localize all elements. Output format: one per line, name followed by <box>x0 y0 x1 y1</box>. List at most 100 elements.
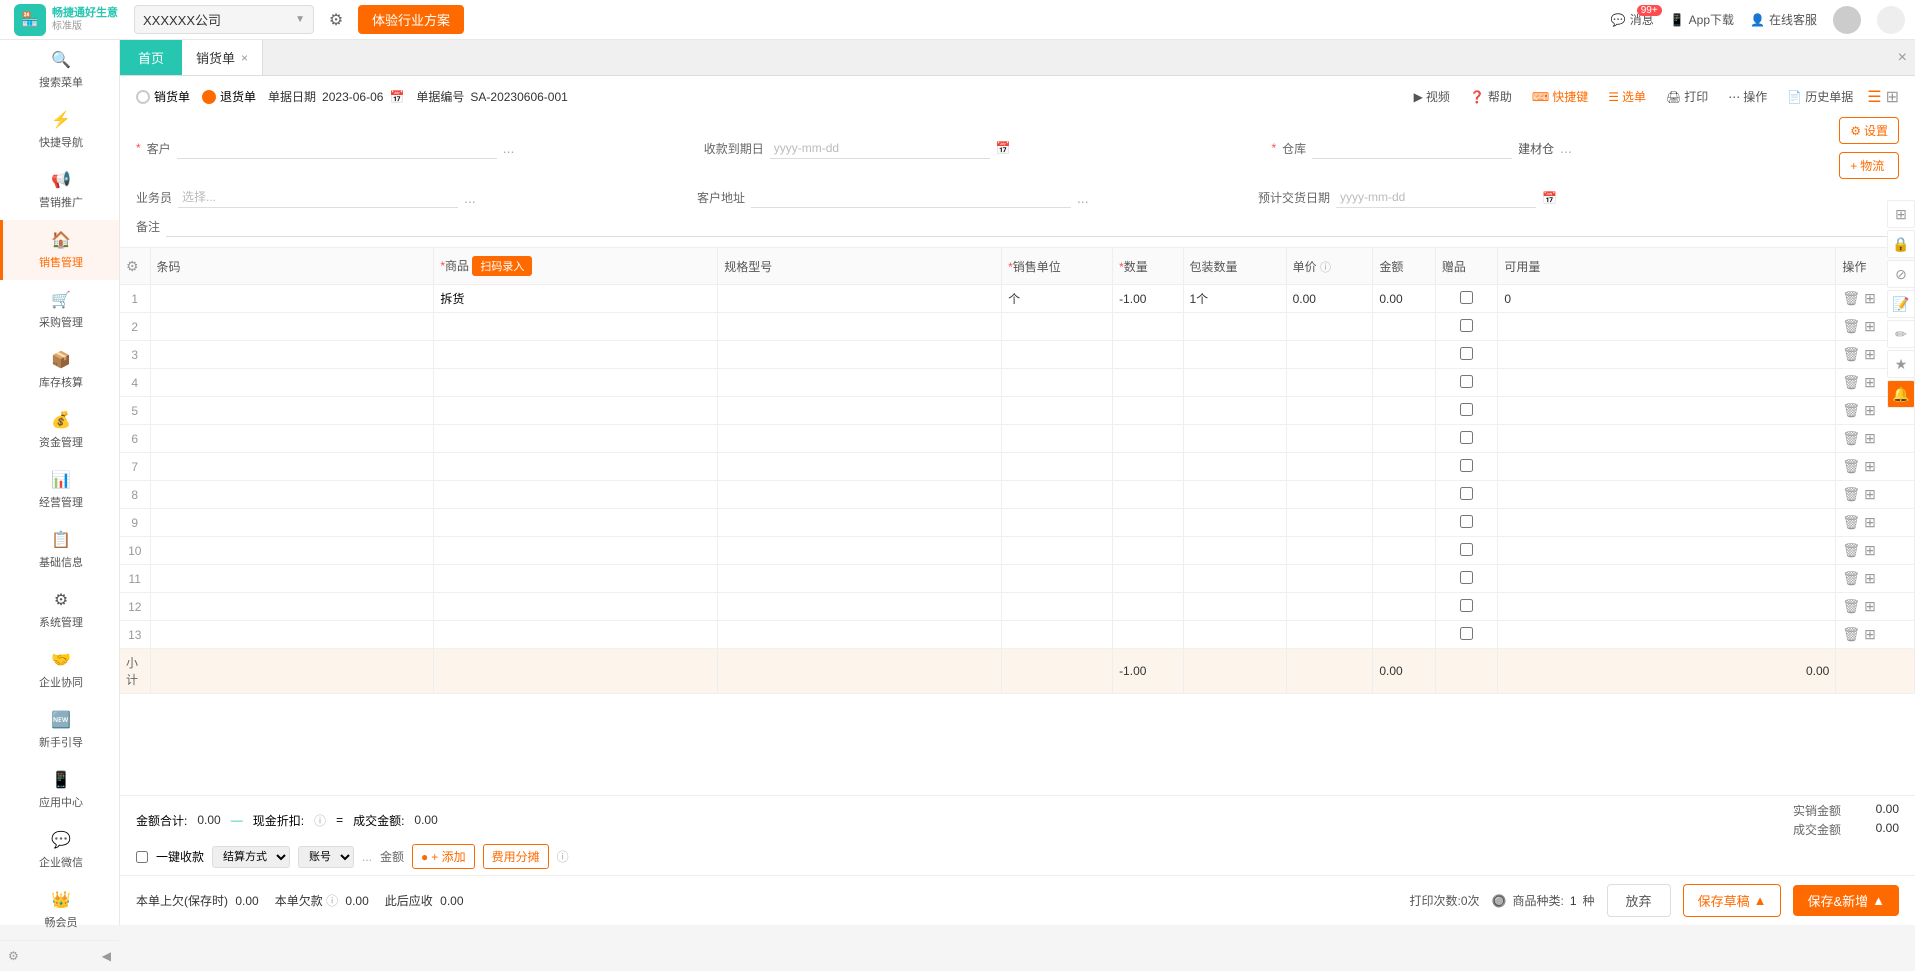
cell-unit-price[interactable] <box>1286 397 1373 425</box>
gift-checkbox[interactable] <box>1460 571 1473 584</box>
cell-product[interactable] <box>434 481 718 509</box>
cell-spec[interactable] <box>718 481 1002 509</box>
cell-unit[interactable] <box>1002 509 1113 537</box>
copy-icon[interactable]: ⊞ <box>1864 346 1876 363</box>
tab-close-icon[interactable]: × <box>241 51 248 65</box>
cell-qty[interactable] <box>1113 341 1183 369</box>
cell-unit-price[interactable] <box>1286 425 1373 453</box>
spec-input[interactable] <box>724 376 995 390</box>
expected-date-calendar-icon[interactable]: 📅 <box>1542 191 1557 205</box>
one-click-pay-checkbox[interactable] <box>136 851 148 863</box>
cell-amount[interactable] <box>1373 313 1436 341</box>
cell-barcode[interactable] <box>150 341 434 369</box>
cell-barcode[interactable] <box>150 285 434 313</box>
cell-spec[interactable] <box>718 565 1002 593</box>
cell-qty[interactable] <box>1113 537 1183 565</box>
copy-icon[interactable]: ⊞ <box>1864 458 1876 475</box>
cell-spec[interactable] <box>718 425 1002 453</box>
cell-unit-price[interactable] <box>1286 565 1373 593</box>
cell-amount[interactable] <box>1373 453 1436 481</box>
help-cash-icon[interactable]: ⓘ <box>314 812 326 829</box>
cell-gift[interactable] <box>1435 285 1498 313</box>
gift-checkbox[interactable] <box>1460 403 1473 416</box>
cell-gift[interactable] <box>1435 565 1498 593</box>
cell-unit[interactable] <box>1002 481 1113 509</box>
right-float-btn-5[interactable]: ✏ <box>1887 320 1915 348</box>
cell-product[interactable] <box>434 565 718 593</box>
cell-barcode[interactable] <box>150 565 434 593</box>
right-float-btn-7[interactable]: 🔔 <box>1887 380 1915 408</box>
cell-amount[interactable] <box>1373 341 1436 369</box>
abandon-button[interactable]: 放弃 <box>1607 884 1671 917</box>
sidebar-item-basic[interactable]: 📋 基础信息 <box>0 520 119 580</box>
cell-pack-qty[interactable] <box>1183 537 1286 565</box>
delete-icon[interactable]: 🗑 <box>1842 626 1860 643</box>
cell-unit-price[interactable] <box>1286 481 1373 509</box>
sidebar-item-collab[interactable]: 🤝 企业协同 <box>0 640 119 700</box>
copy-icon[interactable]: ⊞ <box>1864 626 1876 643</box>
cell-pack-qty[interactable] <box>1183 593 1286 621</box>
gift-checkbox[interactable] <box>1460 515 1473 528</box>
gift-checkbox[interactable] <box>1460 459 1473 472</box>
app-download-button[interactable]: 📱 App下载 <box>1670 11 1734 28</box>
cell-product[interactable] <box>434 397 718 425</box>
account-select[interactable]: 账号 <box>298 846 354 868</box>
settings-button[interactable]: ⚙ 设置 <box>1839 117 1899 144</box>
cell-amount[interactable] <box>1373 593 1436 621</box>
delete-icon[interactable]: 🗑 <box>1842 290 1860 307</box>
cell-spec[interactable] <box>718 397 1002 425</box>
customer-addr-input[interactable] <box>751 187 1071 208</box>
settings-gear-icon[interactable]: ⚙ <box>322 6 350 34</box>
gift-checkbox[interactable] <box>1460 487 1473 500</box>
barcode-input[interactable] <box>157 292 428 306</box>
right-float-btn-6[interactable]: ★ <box>1887 350 1915 378</box>
delete-icon[interactable]: 🗑 <box>1842 514 1860 531</box>
cell-product[interactable] <box>434 593 718 621</box>
barcode-input[interactable] <box>157 320 428 334</box>
cell-unit[interactable] <box>1002 425 1113 453</box>
avatar2[interactable] <box>1877 6 1905 34</box>
spec-input[interactable] <box>724 628 995 642</box>
calendar-icon[interactable]: 📅 <box>389 90 404 104</box>
sidebar-collapse-icon[interactable]: ◀ <box>102 949 111 963</box>
calc-method-select[interactable]: 结算方式 <box>212 846 290 868</box>
toolbar-select[interactable]: ☰ 选单 <box>1602 86 1652 107</box>
company-selector[interactable]: XXXXXX公司 ▼ <box>134 5 314 34</box>
cell-product[interactable] <box>434 285 718 313</box>
account-dots[interactable]: ... <box>362 850 372 864</box>
cell-pack-qty[interactable] <box>1183 565 1286 593</box>
add-button[interactable]: ● + 添加 <box>412 844 475 869</box>
cell-product[interactable] <box>434 425 718 453</box>
cell-unit-price[interactable] <box>1286 593 1373 621</box>
sidebar-item-apps[interactable]: 📱 应用中心 <box>0 760 119 820</box>
product-input[interactable] <box>440 572 711 586</box>
cell-spec[interactable] <box>718 509 1002 537</box>
radio-sale[interactable]: 销货单 <box>136 88 190 105</box>
delete-icon[interactable]: 🗑 <box>1842 374 1860 391</box>
cell-pack-qty[interactable] <box>1183 481 1286 509</box>
product-input[interactable] <box>440 376 711 390</box>
cell-product[interactable] <box>434 537 718 565</box>
cell-unit[interactable]: 个 <box>1002 285 1113 313</box>
gift-checkbox[interactable] <box>1460 599 1473 612</box>
cell-gift[interactable] <box>1435 369 1498 397</box>
cell-gift[interactable] <box>1435 537 1498 565</box>
sidebar-item-wechat[interactable]: 💬 企业微信 <box>0 820 119 880</box>
cell-qty[interactable] <box>1113 509 1183 537</box>
cell-gift[interactable] <box>1435 481 1498 509</box>
cell-qty[interactable] <box>1113 425 1183 453</box>
view-list-icon[interactable]: ☰ <box>1867 87 1881 107</box>
copy-icon[interactable]: ⊞ <box>1864 570 1876 587</box>
cell-barcode[interactable] <box>150 425 434 453</box>
cell-product[interactable] <box>434 453 718 481</box>
delete-icon[interactable]: 🗑 <box>1842 542 1860 559</box>
cell-barcode[interactable] <box>150 453 434 481</box>
cell-amount[interactable] <box>1373 481 1436 509</box>
sidebar-settings-icon[interactable]: ⚙ <box>8 949 19 963</box>
product-input[interactable] <box>440 460 711 474</box>
salesperson-dots[interactable]: ... <box>464 190 476 206</box>
cell-qty[interactable]: -1.00 <box>1113 285 1183 313</box>
cell-spec[interactable] <box>718 285 1002 313</box>
view-grid-icon[interactable]: ⊞ <box>1886 87 1899 107</box>
online-service-button[interactable]: 👤 在线客服 <box>1750 11 1817 28</box>
